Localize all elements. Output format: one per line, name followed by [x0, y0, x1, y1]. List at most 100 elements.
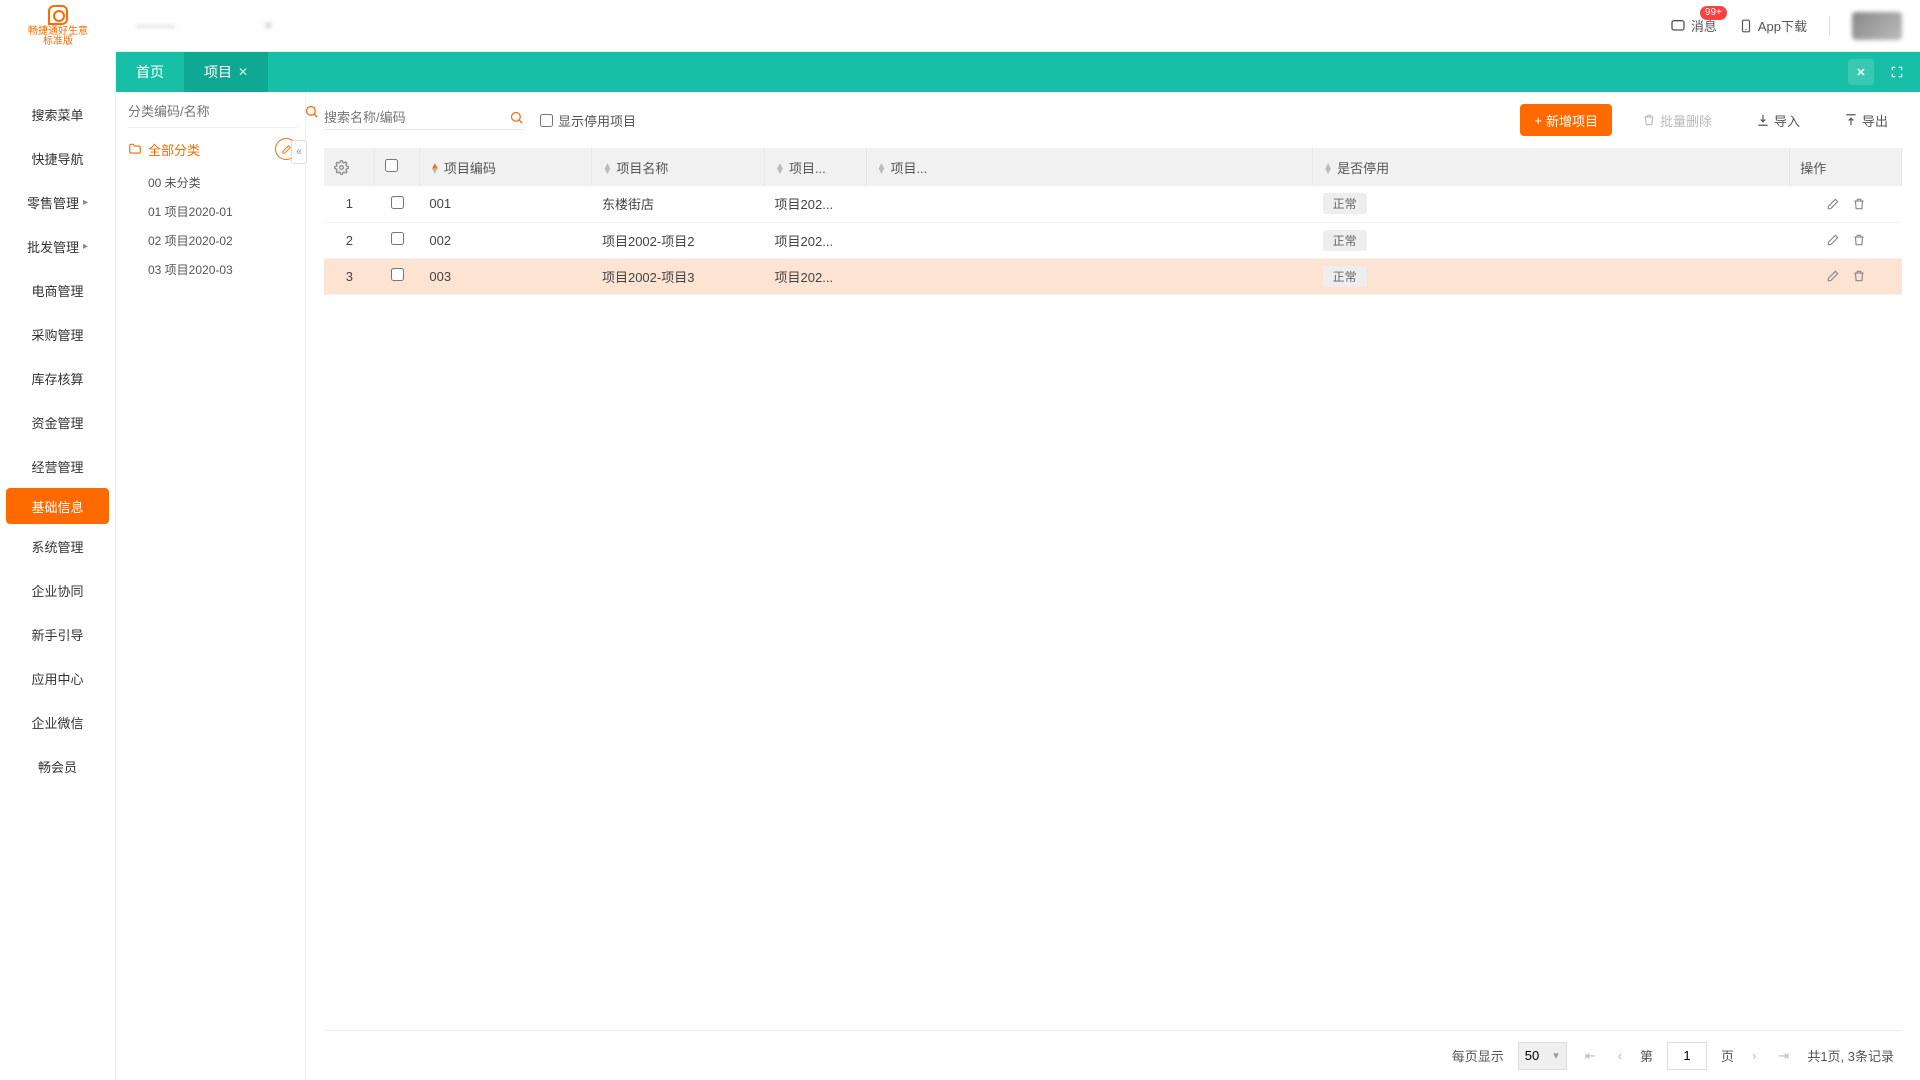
nav-item-2[interactable]: 零售管理▸ — [0, 180, 115, 224]
nav-item-0[interactable]: 搜索菜单 — [0, 92, 115, 136]
pager-summary: 共1页, 3条记录 — [1807, 1046, 1894, 1065]
company-selector[interactable]: ——— ▾ — [116, 18, 272, 34]
select-all-checkbox[interactable] — [385, 159, 398, 172]
tree-item-0[interactable]: 00 未分类 — [128, 168, 297, 197]
row-checkbox[interactable] — [391, 196, 404, 209]
folder-icon — [128, 142, 142, 156]
expand-icon — [1890, 65, 1904, 79]
tree-item-3[interactable]: 03 项目2020-03 — [128, 255, 297, 284]
tree-search-input[interactable] — [128, 104, 304, 119]
col-status[interactable]: ▲▼是否停用 — [1313, 148, 1790, 186]
col-name[interactable]: ▲▼项目名称 — [592, 148, 765, 186]
batch-delete-button[interactable]: 批量删除 — [1628, 104, 1726, 136]
row-checkbox-cell — [375, 186, 420, 222]
delete-button[interactable] — [1852, 197, 1866, 211]
trash-icon — [1852, 233, 1866, 247]
add-label: 新增项目 — [1546, 111, 1598, 130]
per-page-select[interactable]: 50 — [1518, 1042, 1567, 1070]
row-category2 — [866, 258, 1313, 294]
app-download-button[interactable]: App下载 — [1739, 16, 1807, 35]
nav-item-13[interactable]: 应用中心 — [0, 656, 115, 700]
next-page-button[interactable]: › — [1748, 1048, 1760, 1063]
chevron-down-icon: ▾ — [265, 18, 272, 34]
tree-item-2[interactable]: 02 项目2020-02 — [128, 226, 297, 255]
row-checkbox[interactable] — [391, 232, 404, 245]
nav-item-4[interactable]: 电商管理 — [0, 268, 115, 312]
left-nav: 搜索菜单快捷导航零售管理▸批发管理▸电商管理采购管理库存核算资金管理经营管理基础… — [0, 52, 116, 1080]
plus-icon: + — [1534, 113, 1542, 128]
edit-button[interactable] — [1826, 233, 1840, 247]
tab-home[interactable]: 首页 — [116, 52, 184, 92]
delete-button[interactable] — [1852, 233, 1866, 247]
nav-item-9[interactable]: 基础信息 — [6, 488, 109, 524]
batch-delete-label: 批量删除 — [1660, 111, 1712, 130]
nav-item-7[interactable]: 资金管理 — [0, 400, 115, 444]
tree-item-1[interactable]: 01 项目2020-01 — [128, 197, 297, 226]
col-category1[interactable]: ▲▼项目... — [765, 148, 867, 186]
nav-item-8[interactable]: 经营管理 — [0, 444, 115, 488]
tab-label: 项目 — [204, 62, 232, 82]
tabs-close-all-button[interactable] — [1848, 59, 1874, 85]
search-input[interactable] — [324, 110, 509, 125]
top-actions: 消息 99+ App下载 — [1670, 12, 1920, 40]
table-row[interactable]: 1001东楼街店项目202...正常 — [324, 186, 1902, 222]
checkbox-input[interactable] — [540, 114, 553, 127]
nav-item-14[interactable]: 企业微信 — [0, 700, 115, 744]
nav-item-11[interactable]: 企业协同 — [0, 568, 115, 612]
edit-button[interactable] — [1826, 269, 1840, 283]
pagination: 每页显示 50 ▾ ⇤ ‹ 第 页 › ⇥ 共1页, 3条记录 — [324, 1030, 1902, 1080]
nav-item-6[interactable]: 库存核算 — [0, 356, 115, 400]
prev-page-button[interactable]: ‹ — [1614, 1048, 1626, 1063]
nav-item-12[interactable]: 新手引导 — [0, 612, 115, 656]
app-download-label: App下载 — [1758, 16, 1807, 35]
table-row[interactable]: 2002项目2002-项目2项目202...正常 — [324, 222, 1902, 258]
checkbox-column — [375, 148, 420, 186]
row-index: 1 — [324, 186, 375, 222]
row-status: 正常 — [1313, 258, 1790, 294]
show-disabled-checkbox[interactable]: 显示停用项目 — [540, 111, 636, 130]
edit-icon — [1826, 197, 1840, 211]
tree-root[interactable]: 全部分类 — [128, 138, 297, 160]
search-icon[interactable] — [509, 110, 524, 125]
close-icon[interactable]: ✕ — [238, 65, 248, 79]
delete-button[interactable] — [1852, 269, 1866, 283]
category-tree-panel: 全部分类 « 00 未分类01 项目2020-0102 项目2020-0203 … — [116, 92, 306, 1080]
row-checkbox-cell — [375, 222, 420, 258]
brand-line1: 畅捷通好生意 — [28, 27, 88, 37]
nav-item-1[interactable]: 快捷导航 — [0, 136, 115, 180]
nav-item-10[interactable]: 系统管理 — [0, 524, 115, 568]
collapse-tree-button[interactable]: « — [291, 140, 307, 164]
export-button[interactable]: 导出 — [1830, 104, 1902, 136]
tab-project[interactable]: 项目 ✕ — [184, 52, 268, 92]
add-project-button[interactable]: + 新增项目 — [1520, 104, 1612, 136]
first-page-button[interactable]: ⇤ — [1581, 1048, 1600, 1064]
import-button[interactable]: 导入 — [1742, 104, 1814, 136]
col-category2[interactable]: ▲▼项目... — [866, 148, 1313, 186]
messages-button[interactable]: 消息 99+ — [1670, 16, 1717, 35]
nav-item-3[interactable]: 批发管理▸ — [0, 224, 115, 268]
col-operations: 操作 — [1790, 148, 1902, 186]
fullscreen-button[interactable] — [1884, 59, 1910, 85]
table-row[interactable]: 3003项目2002-项目3项目202...正常 — [324, 258, 1902, 294]
user-avatar[interactable] — [1852, 12, 1902, 40]
edit-icon — [1826, 269, 1840, 283]
search-icon[interactable] — [304, 104, 319, 119]
tree-root-label: 全部分类 — [148, 140, 200, 159]
tree-search — [128, 104, 297, 128]
nav-item-5[interactable]: 采购管理 — [0, 312, 115, 356]
messages-badge: 99+ — [1700, 6, 1727, 20]
nav-item-15[interactable]: 畅会员 — [0, 744, 115, 788]
settings-column[interactable] — [324, 148, 375, 186]
col-code[interactable]: ▲▼项目编码 — [419, 148, 592, 186]
export-icon — [1844, 113, 1858, 127]
status-badge: 正常 — [1323, 230, 1367, 251]
tab-label: 首页 — [136, 62, 164, 82]
top-bar: 畅捷通好生意 标准版 ——— ▾ 消息 99+ App下载 — [0, 0, 1920, 52]
row-checkbox[interactable] — [391, 268, 404, 281]
row-status: 正常 — [1313, 186, 1790, 222]
page-input[interactable] — [1667, 1042, 1707, 1070]
last-page-button[interactable]: ⇥ — [1774, 1048, 1793, 1064]
row-index: 3 — [324, 258, 375, 294]
row-status: 正常 — [1313, 222, 1790, 258]
edit-button[interactable] — [1826, 197, 1840, 211]
